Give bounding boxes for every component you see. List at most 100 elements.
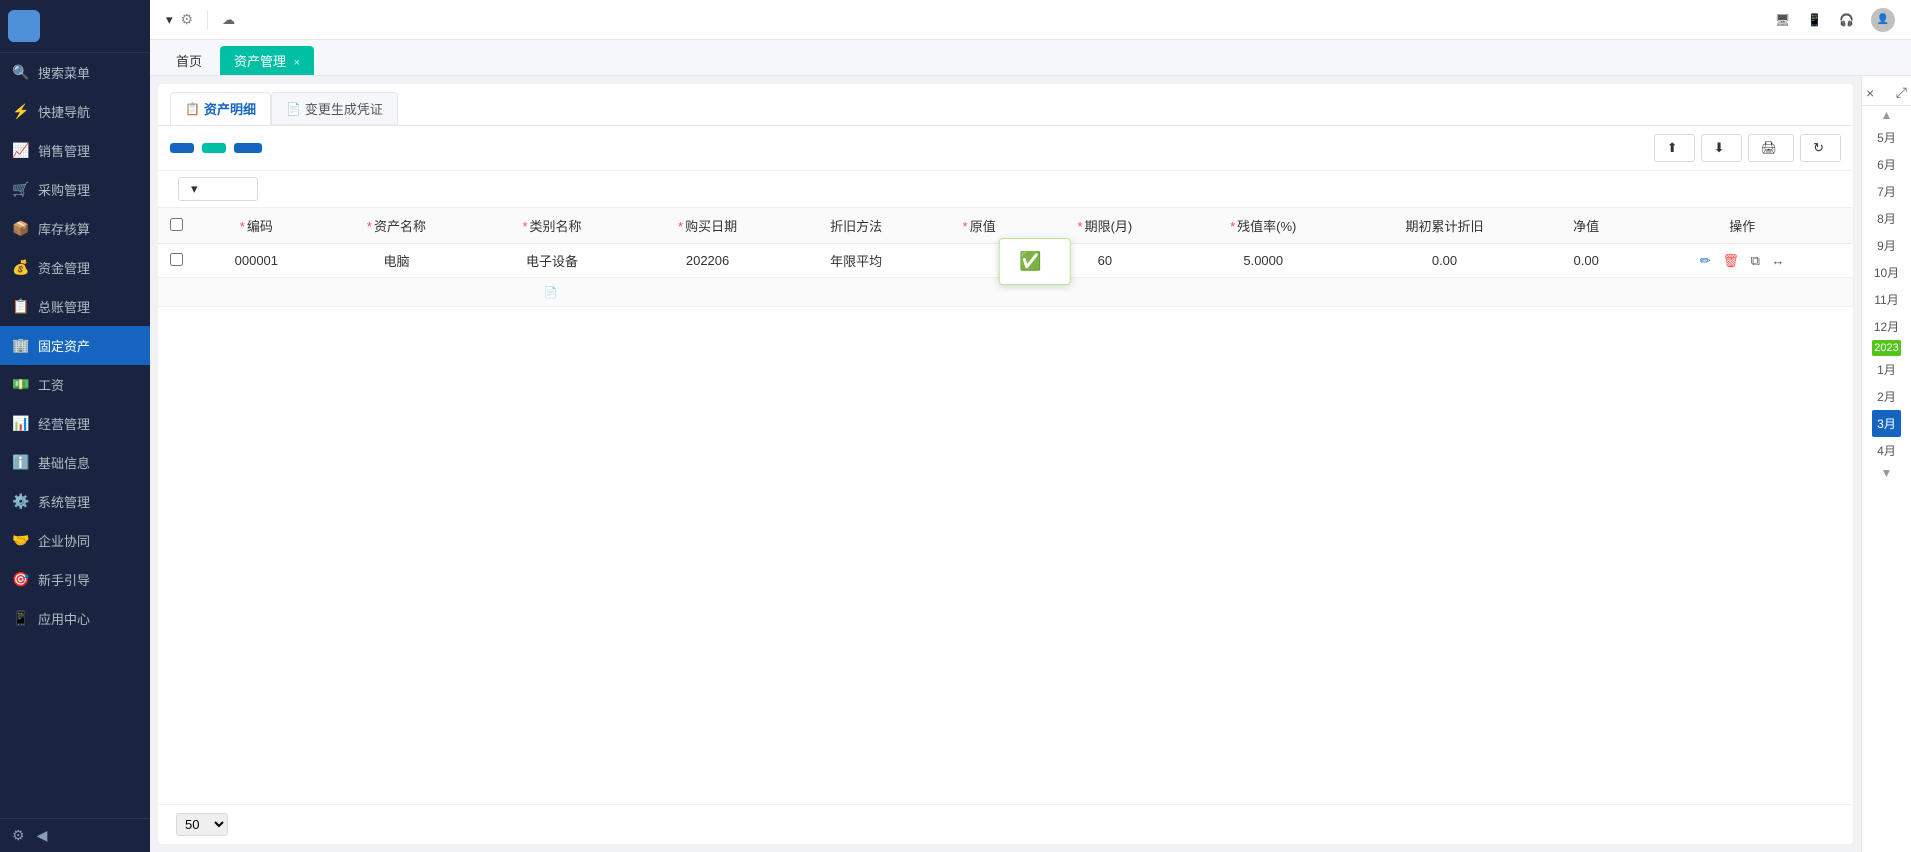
reconcile-button[interactable] (170, 143, 194, 153)
page-size-select[interactable]: 50 10 20 100 (176, 813, 228, 836)
tab-home[interactable]: 首页 (162, 46, 216, 75)
success-check-icon: ✅ (1019, 251, 1041, 272)
month-item-2023[interactable]: 2023 (1872, 340, 1901, 356)
tab-asset-mgmt[interactable]: 资产管理 × (220, 46, 314, 75)
sidebar-item-sales[interactable]: 📈销售管理 (0, 131, 150, 170)
tab-asset-mgmt-label: 资产管理 (234, 54, 286, 69)
cell-purchase-date: 202206 (630, 244, 786, 278)
sub-tab-voucher-gen[interactable]: 📄 变更生成凭证 (271, 92, 398, 125)
sidebar-item-ledger[interactable]: 📋总账管理 (0, 287, 150, 326)
content-area: 📋 资产明细 📄 变更生成凭证 (150, 76, 1911, 852)
refresh-button[interactable]: ↻ (1800, 134, 1841, 162)
sidebar-item-search[interactable]: 🔍搜索菜单 (0, 53, 150, 92)
edit-icon[interactable]: ✏ (1700, 253, 1711, 268)
panel-expand-button[interactable]: ⤢ (1896, 84, 1907, 101)
delete-icon[interactable]: 🗑 (1722, 253, 1739, 268)
sidebar-item-purchase[interactable]: 🛒采购管理 (0, 170, 150, 209)
nav-icon-newbie: 🎯 (12, 571, 30, 588)
topbar: ▾ ⚙ ☁ 🖥 📱 🎧 👤 (150, 0, 1911, 40)
nav-label-newbie: 新手引导 (38, 570, 90, 589)
month-item-5[interactable]: 5月 (1872, 124, 1901, 151)
nav-icon-capital: 💰 (12, 259, 30, 276)
download-button[interactable]: ⬇ (1701, 134, 1742, 162)
sidebar-item-fixed-assets[interactable]: 🏢固定资产 (0, 326, 150, 365)
logo-icon (8, 10, 40, 42)
panel-scroll-up[interactable]: ▲ (1862, 106, 1911, 124)
print-button[interactable]: 🖨 (1748, 134, 1795, 162)
category-filter-select[interactable]: ▾ (178, 177, 258, 201)
month-item-3[interactable]: 3月 (1872, 410, 1901, 437)
col-checkbox (158, 208, 194, 244)
cell-depreciation-method: 年限平均 (785, 244, 927, 278)
sidebar-item-quick-nav[interactable]: ⚡快捷导航 (0, 92, 150, 131)
collapse-icon[interactable]: ◀ (37, 827, 48, 844)
nav-icon-operations: 📊 (12, 415, 30, 432)
month-item-1[interactable]: 1月 (1872, 356, 1901, 383)
subtotal-initial (1348, 278, 1541, 307)
nav-icon-purchase: 🛒 (12, 181, 30, 198)
experience-btn[interactable]: ☁ (222, 12, 239, 28)
sub-tabs: 📋 资产明细 📄 变更生成凭证 (158, 84, 1853, 126)
row-checkbox-cell (158, 244, 194, 278)
download-icon: ⬇ (1714, 140, 1725, 156)
voucher-gen-icon: 📄 (286, 102, 301, 116)
sidebar-item-newbie[interactable]: 🎯 新手引导 (0, 560, 150, 599)
month-item-11[interactable]: 11月 (1872, 286, 1901, 313)
nav-icon-search: 🔍 (12, 64, 30, 81)
nav-label-capital: 资金管理 (38, 258, 90, 277)
service-btn[interactable]: 🎧 (1839, 13, 1857, 27)
settings-icon[interactable]: ⚙ (12, 827, 25, 844)
sidebar-item-basic-info[interactable]: ℹ️ 基础信息 (0, 443, 150, 482)
month-item-6[interactable]: 6月 (1872, 151, 1901, 178)
cell-code: 000001 (194, 244, 319, 278)
settings-btn[interactable]: ⚙ (181, 11, 194, 28)
sidebar-item-inventory[interactable]: 📦库存核算 (0, 209, 150, 248)
nav-label-payroll: 工资 (38, 375, 64, 394)
cell-actions: ✏ 🗑 ⧉ ↔ (1631, 244, 1853, 278)
month-item-8[interactable]: 8月 (1872, 205, 1901, 232)
nav-icon-system: ⚙️ (12, 493, 30, 510)
sidebar-item-app-center[interactable]: 📱应用中心 (0, 599, 150, 638)
batch-button[interactable] (234, 143, 262, 153)
toolbar: ⬆ ⬇ 🖨 ↻ (158, 126, 1853, 171)
refresh-icon: ↻ (1813, 140, 1824, 156)
row-checkbox[interactable] (170, 253, 183, 266)
export-button[interactable]: ⬆ (1654, 134, 1695, 162)
copy-icon[interactable]: ⧉ (1751, 253, 1760, 268)
sidebar-item-system[interactable]: ⚙️系统管理 (0, 482, 150, 521)
tabbar: 首页 资产管理 × (150, 40, 1911, 76)
company-selector[interactable]: ▾ (162, 12, 173, 28)
sidebar: 🔍搜索菜单⚡快捷导航📈销售管理🛒采购管理📦库存核算 💰 资金管理 📋总账管理🏢固定资产… (0, 0, 150, 852)
topbar-right: 🖥 📱 🎧 👤 (1775, 8, 1899, 32)
sidebar-item-payroll[interactable]: 💵工资 (0, 365, 150, 404)
sidebar-item-capital[interactable]: 💰 资金管理 (0, 248, 150, 287)
asset-detail-icon: 📋 (185, 102, 200, 116)
more-icon[interactable]: ↔ (1772, 253, 1785, 268)
app-download-btn[interactable]: 📱 (1807, 13, 1825, 27)
nav-icon-basic-info: ℹ️ (12, 454, 30, 471)
new-button[interactable] (202, 143, 226, 153)
sub-tab-asset-detail[interactable]: 📋 资产明细 (170, 92, 271, 125)
cell-asset-name: 电脑 (319, 244, 475, 278)
sidebar-item-enterprise[interactable]: 🤝企业协同 (0, 521, 150, 560)
nav-icon-sales: 📈 (12, 142, 30, 159)
tab-close-icon[interactable]: × (294, 57, 300, 69)
nav-label-basic-info: 基础信息 (38, 453, 90, 472)
panel-scroll-down[interactable]: ▼ (1862, 464, 1911, 482)
user-menu[interactable]: 👤 (1871, 8, 1899, 32)
month-item-7[interactable]: 7月 (1872, 178, 1901, 205)
cloud-icon: ☁ (222, 12, 235, 28)
month-item-2[interactable]: 2月 (1872, 383, 1901, 410)
select-all-checkbox[interactable] (170, 218, 183, 231)
panel-close-button[interactable]: × (1866, 85, 1874, 101)
month-item-10[interactable]: 10月 (1872, 259, 1901, 286)
month-item-9[interactable]: 9月 (1872, 232, 1901, 259)
message-btn[interactable]: 🖥 (1775, 13, 1793, 27)
nav-icon-ledger: 📋 (12, 298, 30, 315)
sidebar-item-operations[interactable]: 📊经营管理 (0, 404, 150, 443)
month-item-12[interactable]: 12月 (1872, 313, 1901, 340)
subtotal-label-cell: 📄 (474, 278, 630, 307)
month-item-4[interactable]: 4月 (1872, 437, 1901, 464)
nav-icon-fixed-assets: 🏢 (12, 337, 30, 354)
sidebar-nav-list: 🔍搜索菜单⚡快捷导航📈销售管理🛒采购管理📦库存核算 💰 资金管理 📋总账管理🏢固定资产… (0, 53, 150, 818)
